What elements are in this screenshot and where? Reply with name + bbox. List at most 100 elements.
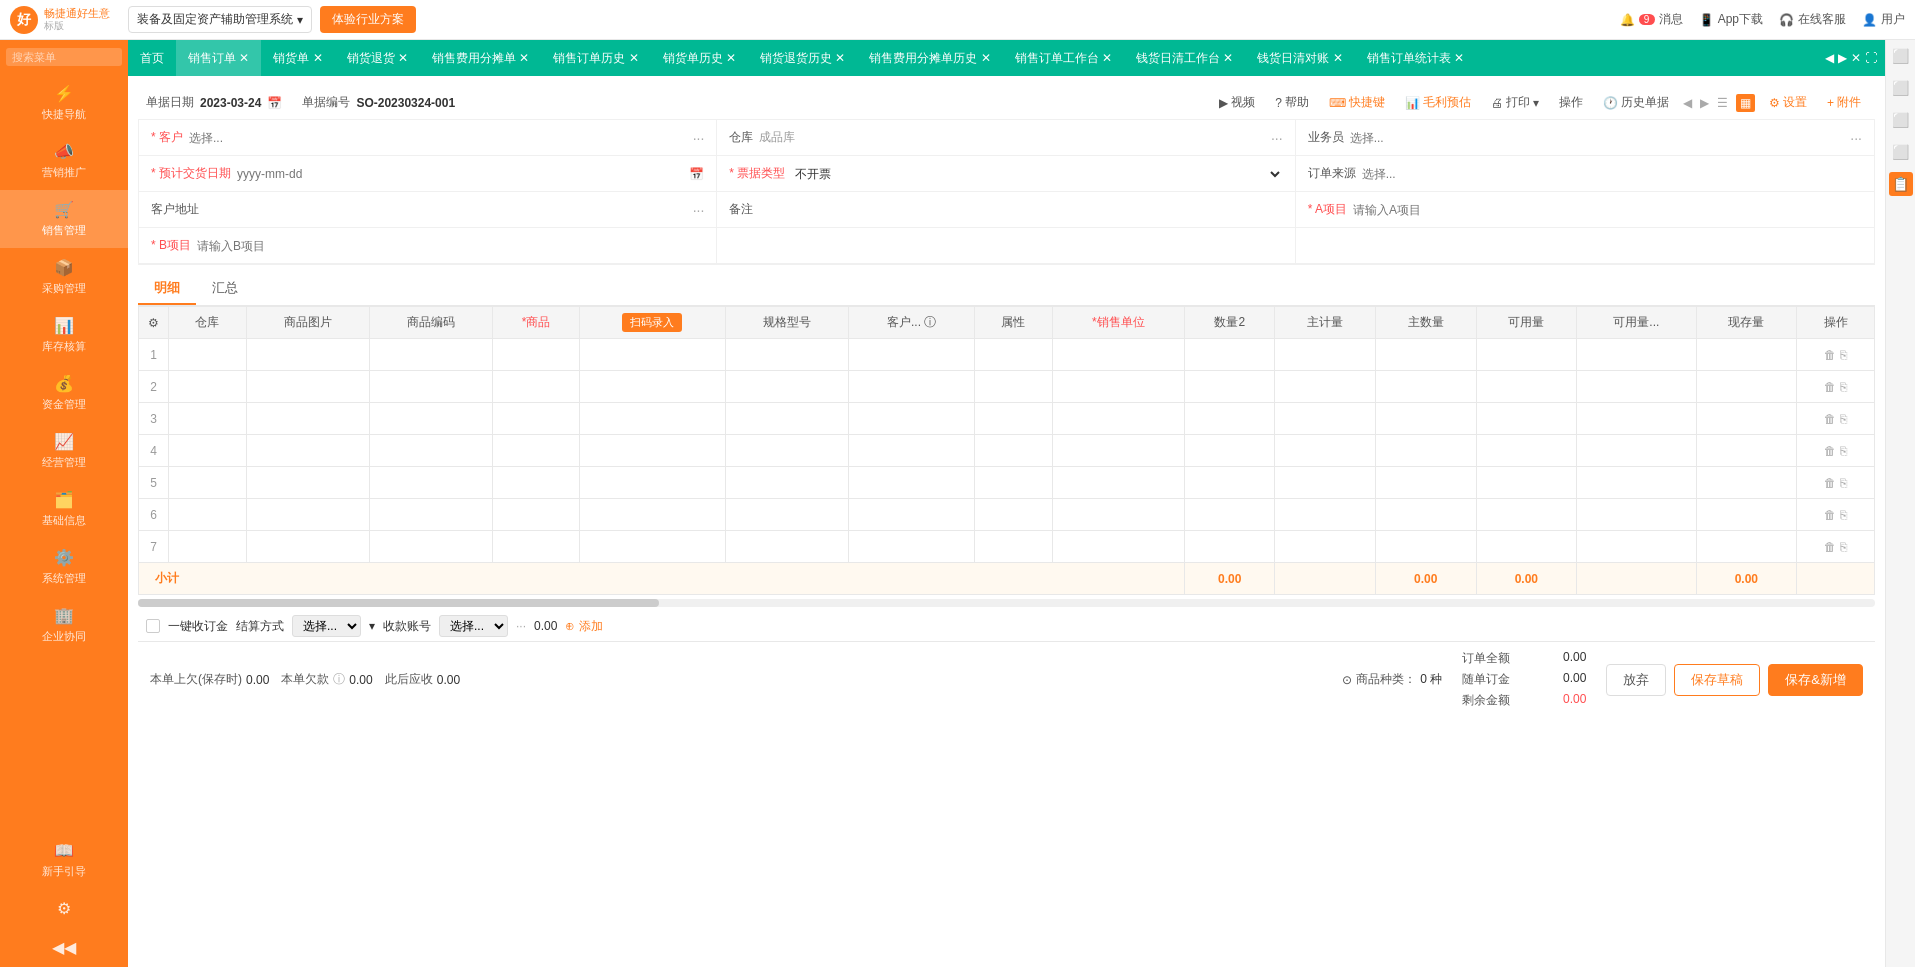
tab-detail[interactable]: 明细 — [138, 273, 196, 305]
tab-close-all-icon[interactable]: ✕ — [1851, 51, 1861, 65]
row-1-main-qty[interactable] — [1376, 339, 1477, 371]
project-a-input[interactable] — [1353, 203, 1862, 217]
sidebar-item-quick[interactable]: ⚡ 快捷导航 — [0, 74, 128, 132]
nav-refund-history[interactable]: 销货退货历史 ✕ — [748, 40, 857, 76]
copy-row-2-icon[interactable]: ⎘ — [1840, 380, 1847, 394]
online-service[interactable]: 🎧 在线客服 — [1779, 11, 1846, 28]
nav-sales-summary[interactable]: 销售订单统计表 ✕ — [1355, 40, 1476, 76]
delete-row-2-icon[interactable]: 🗑 — [1824, 380, 1836, 394]
payment-account-select[interactable]: 选择... — [439, 615, 508, 637]
row-2-product[interactable] — [493, 371, 580, 403]
row-2-spec[interactable] — [726, 371, 849, 403]
add-attachment-btn[interactable]: +附件 — [1821, 92, 1867, 113]
delete-row-5-icon[interactable]: 🗑 — [1824, 476, 1836, 490]
right-icon-2[interactable]: ⬜ — [1889, 76, 1913, 100]
table-settings-icon[interactable]: ⚙ — [148, 316, 159, 330]
delivery-calendar-icon[interactable]: 📅 — [689, 167, 704, 181]
help-btn[interactable]: ? 帮助 — [1269, 92, 1315, 113]
sidebar-item-purchase[interactable]: 📦 采购管理 — [0, 248, 128, 306]
grid-view-icon[interactable]: ▦ — [1736, 94, 1755, 112]
right-icon-1[interactable]: ⬜ — [1889, 44, 1913, 68]
message-icon-area[interactable]: 🔔 9 消息 — [1620, 11, 1683, 28]
sidebar-item-marketing[interactable]: 📣 营销推广 — [0, 132, 128, 190]
calendar-icon[interactable]: 📅 — [267, 96, 282, 110]
sidebar-item-collapse[interactable]: ◀◀ — [0, 928, 128, 967]
nav-sales-refund[interactable]: 销货退货 ✕ — [335, 40, 420, 76]
row-3-customer-code[interactable] — [849, 403, 975, 435]
row-3-warehouse[interactable] — [169, 403, 247, 435]
nav-home[interactable]: 首页 — [128, 40, 176, 76]
solution-btn[interactable]: 体验行业方案 — [320, 6, 416, 33]
sidebar-item-enterprise[interactable]: 🏢 企业协同 — [0, 596, 128, 654]
delete-row-6-icon[interactable]: 🗑 — [1824, 508, 1836, 522]
sidebar-item-inventory[interactable]: 📊 库存核算 — [0, 306, 128, 364]
remark-input[interactable] — [759, 203, 1282, 217]
nav-sales-order[interactable]: 销售订单 ✕ — [176, 40, 261, 76]
row-5-warehouse[interactable] — [169, 467, 247, 499]
row-2-attr[interactable] — [975, 371, 1053, 403]
invoice-select[interactable]: 不开票 增值税专用发票 普通发票 — [791, 166, 1282, 182]
list-view-icon[interactable]: ☰ — [1717, 96, 1728, 110]
profit-btn[interactable]: 📊 毛利预估 — [1399, 92, 1477, 113]
right-icon-5[interactable]: 📋 — [1889, 172, 1913, 196]
warehouse-more-icon[interactable]: ··· — [1271, 130, 1283, 146]
sidebar-item-basic[interactable]: 🗂️ 基础信息 — [0, 480, 128, 538]
view-btn[interactable]: ▶ 视频 — [1213, 92, 1261, 113]
scan-btn[interactable]: 扫码录入 — [622, 313, 682, 332]
prev-record-icon[interactable]: ◀ — [1683, 96, 1692, 110]
scroll-indicator[interactable] — [138, 599, 1875, 607]
salesperson-more-icon[interactable]: ··· — [1850, 130, 1862, 146]
row-1-unit[interactable] — [1052, 339, 1184, 371]
save-new-btn[interactable]: 保存&新增 — [1768, 664, 1863, 696]
sidebar-item-finance[interactable]: 💰 资金管理 — [0, 364, 128, 422]
row-3-code[interactable] — [370, 403, 493, 435]
discard-btn[interactable]: 放弃 — [1606, 664, 1666, 696]
delete-row-7-icon[interactable]: 🗑 — [1824, 540, 1836, 554]
nav-sales-expense[interactable]: 销售费用分摊单 ✕ — [420, 40, 541, 76]
address-more-icon[interactable]: ··· — [693, 202, 705, 218]
nav-cashier-daily[interactable]: 钱货日清工作台 ✕ — [1124, 40, 1245, 76]
sidebar-item-operations[interactable]: 📈 经营管理 — [0, 422, 128, 480]
row-2-unit[interactable] — [1052, 371, 1184, 403]
nav-order-workbench[interactable]: 销售订单工作台 ✕ — [1003, 40, 1124, 76]
shortcut-btn[interactable]: ⌨ 快捷键 — [1323, 92, 1391, 113]
sidebar-item-sales[interactable]: 🛒 销售管理 — [0, 190, 128, 248]
tab-next-icon[interactable]: ▶ — [1838, 51, 1847, 65]
customer-input[interactable] — [189, 131, 687, 145]
next-record-icon[interactable]: ▶ — [1700, 96, 1709, 110]
nav-return-history[interactable]: 销货单历史 ✕ — [651, 40, 748, 76]
row-3-unit[interactable] — [1052, 403, 1184, 435]
row-3-product[interactable] — [493, 403, 580, 435]
row-2-main-qty[interactable] — [1376, 371, 1477, 403]
customer-more-icon[interactable]: ··· — [693, 130, 705, 146]
copy-row-5-icon[interactable]: ⎘ — [1840, 476, 1847, 490]
row-7-warehouse[interactable] — [169, 531, 247, 563]
salesperson-input[interactable] — [1350, 131, 1845, 145]
scroll-thumb[interactable] — [138, 599, 659, 607]
app-download[interactable]: 📱 App下载 — [1699, 11, 1763, 28]
delete-row-1-icon[interactable]: 🗑 — [1824, 348, 1836, 362]
row-1-attr[interactable] — [975, 339, 1053, 371]
row-3-qty2[interactable] — [1185, 403, 1275, 435]
right-icon-3[interactable]: ⬜ — [1889, 108, 1913, 132]
row-3-attr[interactable] — [975, 403, 1053, 435]
sidebar-item-settings[interactable]: ⚙ — [0, 889, 128, 928]
copy-row-3-icon[interactable]: ⎘ — [1840, 412, 1847, 426]
copy-row-6-icon[interactable]: ⎘ — [1840, 508, 1847, 522]
sidebar-item-guide[interactable]: 📖 新手引导 — [0, 831, 128, 889]
row-2-warehouse[interactable] — [169, 371, 247, 403]
row-3-main-qty[interactable] — [1376, 403, 1477, 435]
add-payment-btn[interactable]: ⊕ 添加 — [565, 618, 602, 635]
copy-row-4-icon[interactable]: ⎘ — [1840, 444, 1847, 458]
row-1-qty2[interactable] — [1185, 339, 1275, 371]
operate-btn[interactable]: 操作 — [1553, 92, 1589, 113]
nav-expense-history[interactable]: 销售费用分摊单历史 ✕ — [857, 40, 1002, 76]
copy-row-1-icon[interactable]: ⎘ — [1840, 348, 1847, 362]
delivery-input[interactable] — [237, 167, 683, 181]
project-b-input[interactable] — [197, 239, 704, 253]
user-area[interactable]: 👤 用户 — [1862, 11, 1905, 28]
row-3-spec[interactable] — [726, 403, 849, 435]
nav-cashier-account[interactable]: 钱货日清对账 ✕ — [1245, 40, 1354, 76]
search-input[interactable] — [6, 48, 122, 66]
nav-order-history[interactable]: 销售订单历史 ✕ — [541, 40, 650, 76]
